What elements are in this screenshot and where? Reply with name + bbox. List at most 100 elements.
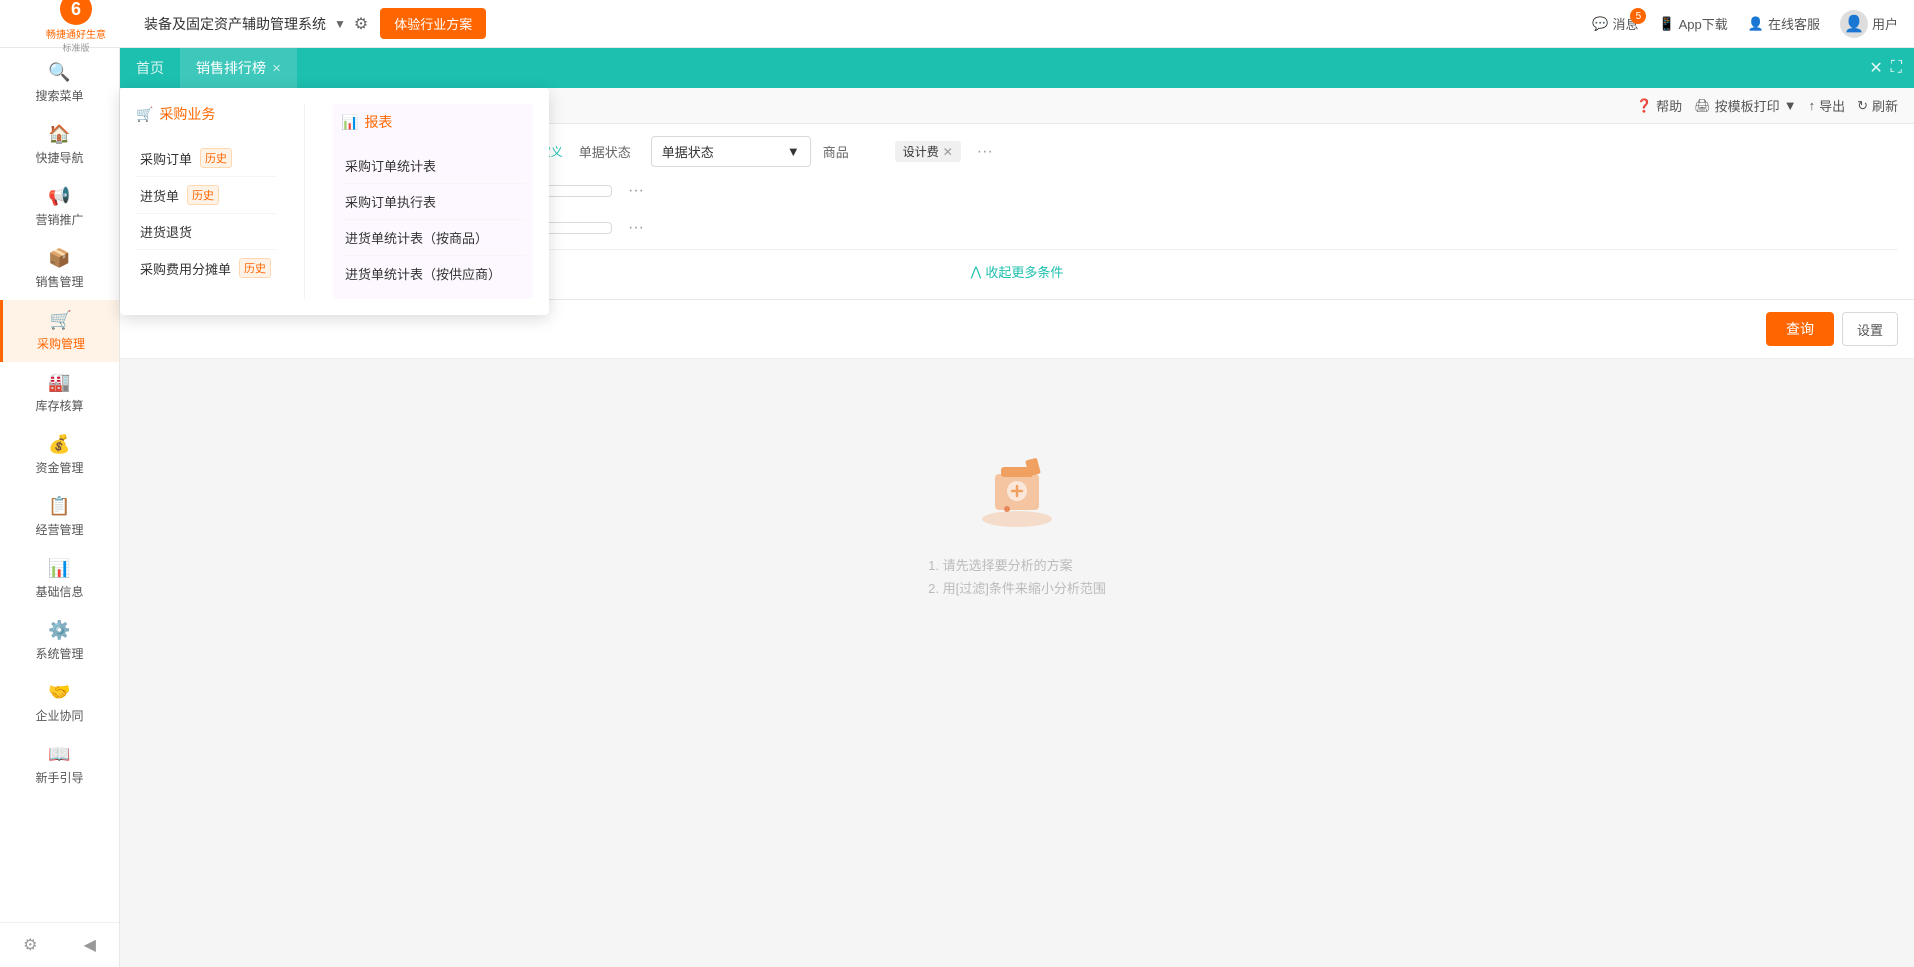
export-btn[interactable]: ↑ 导出 [1809, 96, 1846, 115]
bill-status-value: 单据状态 [662, 142, 714, 161]
sidebar-item-operation[interactable]: 📋 经营管理 [0, 486, 119, 548]
inventory-icon: 🏭 [48, 372, 70, 393]
refresh-btn[interactable]: ↻ 刷新 [1857, 96, 1898, 115]
sidebar-item-basic[interactable]: 📊 基础信息 [0, 548, 119, 610]
system-title: 装备及固定资产辅助管理系统 ▼ [144, 14, 346, 34]
enterprise-icon: 🤝 [48, 682, 70, 703]
goods-dots-btn[interactable]: ··· [973, 143, 997, 161]
tab-sales-rank[interactable]: 销售排行榜 ✕ [180, 48, 297, 88]
inbound-history-tag: 历史 [187, 185, 219, 205]
tab-maximize-btn[interactable]: ⛶ [1891, 59, 1902, 77]
goods-tag-text: 设计费 [903, 143, 939, 160]
sidebar-label-sales: 销售管理 [35, 273, 83, 290]
messages-btn[interactable]: 💬 消息 5 [1592, 14, 1638, 33]
home-icon: 🏠 [48, 124, 70, 145]
collapse-filter-btn[interactable]: ⋀ 收起更多条件 [971, 256, 1064, 287]
sidebar-settings-btn[interactable]: ⚙ [23, 935, 37, 955]
refresh-label: 刷新 [1872, 96, 1898, 115]
print-btn[interactable]: 🖨 按模板打印 ▼ [1694, 96, 1796, 115]
sidebar-item-system[interactable]: ⚙️ 系统管理 [0, 610, 119, 672]
sidebar-label-quicknav: 快捷导航 [35, 149, 83, 166]
sidebar-item-sales[interactable]: 📦 销售管理 [0, 238, 119, 300]
marketing-icon: 📢 [48, 186, 70, 207]
export-label: 导出 [1819, 96, 1845, 115]
sidebar: 🔍 搜索菜单 🏠 快捷导航 📢 营销推广 📦 销售管理 🛒 采购管理 🏭 库存核… [0, 0, 120, 967]
trial-btn[interactable]: 体验行业方案 [380, 8, 486, 39]
tab-close-btn[interactable]: ✕ [1869, 58, 1882, 78]
purchase-dropdown-menu: 🛒 采购业务 采购订单 历史 进货单 历史 进货退货 采购费用分摊单 历史 📊 … [120, 88, 549, 315]
online-service-btn[interactable]: 👤 在线客服 [1748, 14, 1820, 33]
hint2: 用[过滤]条件来缩小分析范围 [928, 578, 1106, 597]
bill-status-select[interactable]: 单据状态 ▼ [651, 136, 811, 167]
user-btn[interactable]: 👤 用户 [1840, 10, 1898, 38]
sidebar-item-enterprise[interactable]: 🤝 企业协同 [0, 672, 119, 734]
bill-status-dropdown-icon: ▼ [787, 144, 800, 159]
print-icon: 🖨 [1694, 98, 1711, 114]
service-icon: 👤 [1748, 16, 1764, 32]
avatar: 👤 [1840, 10, 1868, 38]
query-btn[interactable]: 查询 [1766, 312, 1834, 346]
tab-home-label: 首页 [136, 58, 164, 78]
customer-dots-btn[interactable]: ··· [624, 219, 648, 237]
search-icon: 🔍 [48, 62, 70, 83]
menu-item-inbound-stat-supplier[interactable]: 进货单统计表（按供应商） [341, 256, 525, 291]
salesperson-dots-btn[interactable]: ··· [624, 182, 648, 200]
print-label: 按模板打印 [1715, 96, 1780, 115]
purchase-section-label: 采购业务 [159, 104, 215, 124]
empty-icon [967, 439, 1067, 539]
collapse-icon: ⋀ [971, 264, 982, 280]
logo-area: 6 畅捷通好生意 标准版 [16, 0, 136, 54]
tab-sales-rank-label: 销售排行榜 [196, 58, 266, 78]
menu-item-purchase-expense[interactable]: 采购费用分摊单 历史 [136, 250, 276, 286]
menu-item-return-goods[interactable]: 进货退货 [136, 214, 276, 250]
sidebar-label-marketing: 营销推广 [35, 211, 83, 228]
sidebar-label-guide: 新手引导 [35, 769, 83, 786]
phone-icon: 📱 [1658, 16, 1674, 32]
sidebar-item-guide[interactable]: 📖 新手引导 [0, 734, 119, 796]
guide-icon: 📖 [48, 744, 70, 765]
tab-home[interactable]: 首页 [120, 48, 180, 88]
refresh-icon: ↻ [1857, 98, 1868, 114]
menu-item-inbound-stat-goods[interactable]: 进货单统计表（按商品） [341, 220, 525, 256]
empty-state: 请先选择要分析的方案 用[过滤]条件来缩小分析范围 [120, 359, 1914, 681]
sidebar-collapse-btn[interactable]: ◀ [84, 935, 96, 955]
help-btn[interactable]: ❓ 帮助 [1636, 96, 1682, 115]
menu-item-inbound[interactable]: 进货单 历史 [136, 177, 276, 214]
sidebar-item-finance[interactable]: 💰 资金管理 [0, 424, 119, 486]
brand-name: 畅捷通好生意 [46, 26, 106, 41]
sidebar-item-purchase[interactable]: 🛒 采购管理 [0, 300, 119, 362]
purchase-order-exec-label: 采购订单执行表 [345, 192, 436, 211]
app-download-btn[interactable]: 📱 App下载 [1658, 14, 1727, 33]
purchase-order-label: 采购订单 [140, 149, 192, 168]
nav-tabs-bar: 首页 销售排行榜 ✕ ✕ ⛶ [120, 48, 1914, 88]
menu-divider [304, 104, 305, 299]
online-service-label: 在线客服 [1768, 14, 1820, 33]
system-dropdown-btn[interactable]: ▼ [334, 17, 346, 31]
collapse-label: 收起更多条件 [985, 262, 1063, 281]
sidebar-item-quicknav[interactable]: 🏠 快捷导航 [0, 114, 119, 176]
sidebar-label-system: 系统管理 [35, 645, 83, 662]
help-label: 帮助 [1656, 96, 1682, 115]
tab-close-icon[interactable]: ✕ [272, 62, 281, 75]
sidebar-item-marketing[interactable]: 📢 营销推广 [0, 176, 119, 238]
top-settings-icon[interactable]: ⚙ [354, 14, 368, 34]
purchase-expense-history-tag: 历史 [239, 258, 271, 278]
report-section: 📊 报表 采购订单统计表 采购订单执行表 进货单统计表（按商品） 进货单统计表（… [333, 104, 533, 299]
inbound-label: 进货单 [140, 186, 179, 205]
report-section-icon: 📊 [341, 114, 358, 131]
top-right: 💬 消息 5 📱 App下载 👤 在线客服 👤 用户 [1592, 10, 1898, 38]
menu-item-purchase-order[interactable]: 采购订单 历史 [136, 140, 276, 177]
menu-item-purchase-order-stat[interactable]: 采购订单统计表 [341, 148, 525, 184]
app-download-label: App下载 [1679, 14, 1728, 33]
message-icon: 💬 [1592, 16, 1608, 32]
settings-btn[interactable]: 设置 [1842, 312, 1898, 346]
sidebar-label-inventory: 库存核算 [35, 397, 83, 414]
menu-item-purchase-order-exec[interactable]: 采购订单执行表 [341, 184, 525, 220]
sidebar-label-basic: 基础信息 [35, 583, 83, 600]
sidebar-item-search[interactable]: 🔍 搜索菜单 [0, 52, 119, 114]
purchase-section-title: 🛒 采购业务 [136, 104, 276, 130]
sidebar-item-inventory[interactable]: 🏭 库存核算 [0, 362, 119, 424]
print-dropdown-icon: ▼ [1784, 98, 1797, 113]
goods-tag-remove[interactable]: ✕ [943, 145, 953, 159]
goods-tag: 设计费 ✕ [895, 141, 961, 162]
